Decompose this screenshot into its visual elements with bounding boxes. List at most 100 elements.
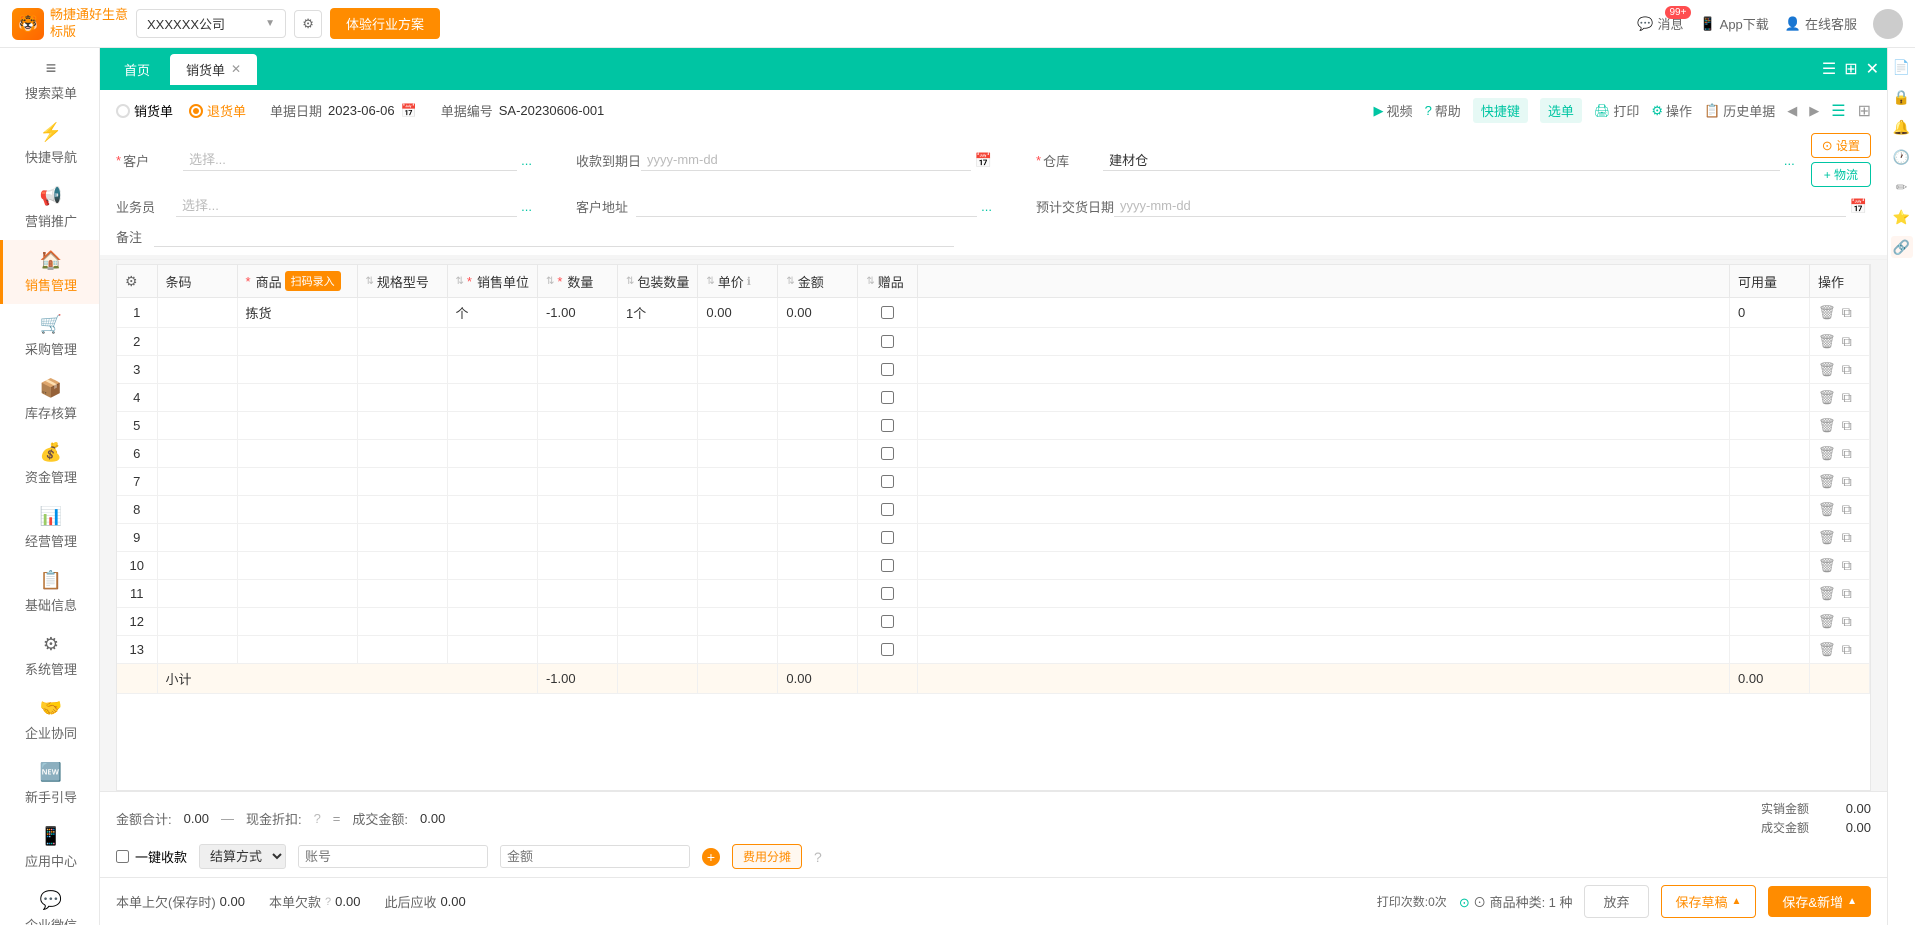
sort-icon[interactable]: ⇅	[456, 276, 464, 287]
sidebar-item-inventory[interactable]: 📦 库存核算	[0, 368, 99, 432]
delete-row-icon[interactable]: 🗑	[1818, 557, 1836, 574]
row-pkg[interactable]: 1个	[617, 298, 697, 328]
price-info-icon[interactable]: ℹ	[747, 275, 751, 288]
salesperson-input[interactable]	[176, 195, 517, 217]
logistics-button[interactable]: + 物流	[1811, 162, 1871, 187]
warehouse-dots-icon[interactable]: ...	[1780, 153, 1799, 168]
filter-action-btn[interactable]: 选单	[1540, 98, 1582, 123]
sidebar-item-sales[interactable]: 🏠 销售管理	[0, 240, 99, 304]
save-new-button[interactable]: 保存&新增 ▲	[1768, 886, 1871, 917]
gift-checkbox[interactable]	[881, 531, 894, 544]
delete-row-icon[interactable]: 🗑	[1818, 473, 1836, 490]
addr-dots-icon[interactable]: ...	[977, 199, 996, 214]
gift-checkbox[interactable]	[881, 475, 894, 488]
print-action-btn[interactable]: 🖨 打印	[1594, 101, 1640, 120]
copy-row-icon[interactable]: ⧉	[1842, 585, 1852, 602]
sidebar-item-enterprise[interactable]: 🤝 企业协同	[0, 688, 99, 752]
notes-input[interactable]	[154, 225, 954, 247]
gift-checkbox[interactable]	[881, 587, 894, 600]
sort-icon[interactable]: ⇅	[706, 276, 714, 287]
sort-icon[interactable]: ⇅	[546, 276, 554, 287]
sort-icon[interactable]: ⇅	[626, 276, 634, 287]
copy-row-icon[interactable]: ⧉	[1842, 473, 1852, 490]
discard-button[interactable]: 放弃	[1584, 885, 1648, 918]
grid-view-icon[interactable]: ⊞	[1858, 101, 1871, 121]
copy-row-icon[interactable]: ⧉	[1842, 417, 1852, 434]
sidebar-item-capital[interactable]: 💰 资金管理	[0, 432, 99, 496]
expense-help-icon[interactable]: ?	[814, 849, 822, 865]
delete-row-icon[interactable]: 🗑	[1818, 613, 1836, 630]
row-amount[interactable]: 0.00	[778, 298, 858, 328]
return-order-radio[interactable]: 退货单	[189, 101, 246, 120]
sidebar-item-operations[interactable]: 📊 经营管理	[0, 496, 99, 560]
gift-checkbox[interactable]	[881, 306, 894, 319]
right-panel-doc-icon[interactable]: 📄	[1891, 56, 1913, 78]
message-button[interactable]: 💬 消息 99+	[1637, 14, 1683, 33]
settle-method-select[interactable]: 结算方式	[199, 844, 286, 869]
debt-info-icon[interactable]: ?	[325, 896, 331, 908]
sidebar-item-basic[interactable]: 📋 基础信息	[0, 560, 99, 624]
right-panel-link-icon[interactable]: 🔗	[1891, 236, 1913, 258]
row-qty[interactable]: -1.00	[537, 298, 617, 328]
sidebar-item-marketing[interactable]: 📢 营销推广	[0, 176, 99, 240]
expense-split-button[interactable]: 费用分摊	[732, 844, 802, 869]
right-panel-star-icon[interactable]: ⭐	[1891, 206, 1913, 228]
sort-icon[interactable]: ⇅	[866, 276, 874, 287]
row-gift[interactable]	[858, 298, 918, 328]
delete-row-icon[interactable]: 🗑	[1818, 501, 1836, 518]
gift-checkbox[interactable]	[881, 419, 894, 432]
sidebar-item-quick-nav[interactable]: ⚡ 快捷导航	[0, 112, 99, 176]
shortcut-action-btn[interactable]: 快捷键	[1473, 98, 1528, 123]
copy-row-icon[interactable]: ⧉	[1842, 529, 1852, 546]
help-action-btn[interactable]: ? 帮助	[1425, 101, 1461, 120]
delete-row-icon[interactable]: 🗑	[1818, 389, 1836, 406]
tab-home[interactable]: 首页	[108, 54, 166, 85]
copy-row-icon[interactable]: ⧉	[1842, 641, 1852, 658]
copy-row-icon[interactable]: ⧉	[1842, 361, 1852, 378]
delete-row-icon[interactable]: 🗑	[1818, 529, 1836, 546]
delete-row-icon[interactable]: 🗑	[1818, 585, 1836, 602]
delete-row-icon[interactable]: 🗑	[1818, 445, 1836, 462]
data-table-container[interactable]: ⚙ 条码 * 商品 扫码录入	[116, 264, 1871, 791]
gift-checkbox[interactable]	[881, 643, 894, 656]
scan-button[interactable]: 扫码录入	[285, 271, 341, 291]
gift-checkbox[interactable]	[881, 503, 894, 516]
online-support-button[interactable]: 👤 在线客服	[1785, 14, 1857, 33]
gift-checkbox[interactable]	[881, 559, 894, 572]
settings-button[interactable]: ⊙ 设置	[1811, 133, 1871, 158]
video-action-btn[interactable]: ▶ 视频	[1374, 101, 1413, 120]
save-draft-button[interactable]: 保存草稿 ▲	[1661, 885, 1757, 918]
gift-checkbox[interactable]	[881, 335, 894, 348]
row-price[interactable]: 0.00	[698, 298, 778, 328]
delete-row-icon[interactable]: 🗑	[1818, 641, 1836, 658]
delete-row-icon[interactable]: 🗑	[1818, 417, 1836, 434]
account-input[interactable]	[298, 845, 488, 868]
sidebar-item-guide[interactable]: 🆕 新手引导	[0, 752, 99, 816]
copy-row-icon[interactable]: ⧉	[1842, 445, 1852, 462]
cash-discount-info-icon[interactable]: ?	[314, 811, 321, 826]
next-record-icon[interactable]: ▶	[1809, 103, 1819, 119]
copy-row-icon[interactable]: ⧉	[1842, 304, 1852, 321]
right-panel-lock-icon[interactable]: 🔒	[1891, 86, 1913, 108]
copy-row-icon[interactable]: ⧉	[1842, 333, 1852, 350]
settings-gear-button[interactable]: ⚙	[294, 10, 322, 38]
gift-checkbox[interactable]	[881, 447, 894, 460]
right-panel-clock-icon[interactable]: 🕐	[1891, 146, 1913, 168]
operate-action-btn[interactable]: ⚙ 操作	[1651, 101, 1692, 120]
payment-calendar-icon[interactable]: 📅	[971, 152, 996, 169]
sidebar-item-system[interactable]: ⚙ 系统管理	[0, 624, 99, 688]
salesperson-dots-icon[interactable]: ...	[517, 199, 536, 214]
user-avatar[interactable]	[1873, 9, 1903, 39]
sidebar-item-app-center[interactable]: 📱 应用中心	[0, 816, 99, 880]
tab-list-view-icon[interactable]: ☰	[1822, 59, 1836, 79]
warehouse-input[interactable]: 建材仓	[1103, 149, 1780, 171]
tab-sales-order[interactable]: 销货单 ✕	[170, 54, 257, 85]
one-click-pay-checkbox[interactable]	[116, 850, 129, 863]
copy-row-icon[interactable]: ⧉	[1842, 501, 1852, 518]
right-panel-edit-icon[interactable]: ✏	[1891, 176, 1913, 198]
company-selector[interactable]: XXXXXX公司 ▼	[136, 9, 286, 38]
sort-icon[interactable]: ⇅	[366, 276, 374, 287]
product-type-icon[interactable]: ⊙	[1459, 895, 1470, 910]
sidebar-item-wechat[interactable]: 💬 企业微信	[0, 880, 99, 925]
add-payment-button[interactable]: +	[702, 848, 720, 866]
